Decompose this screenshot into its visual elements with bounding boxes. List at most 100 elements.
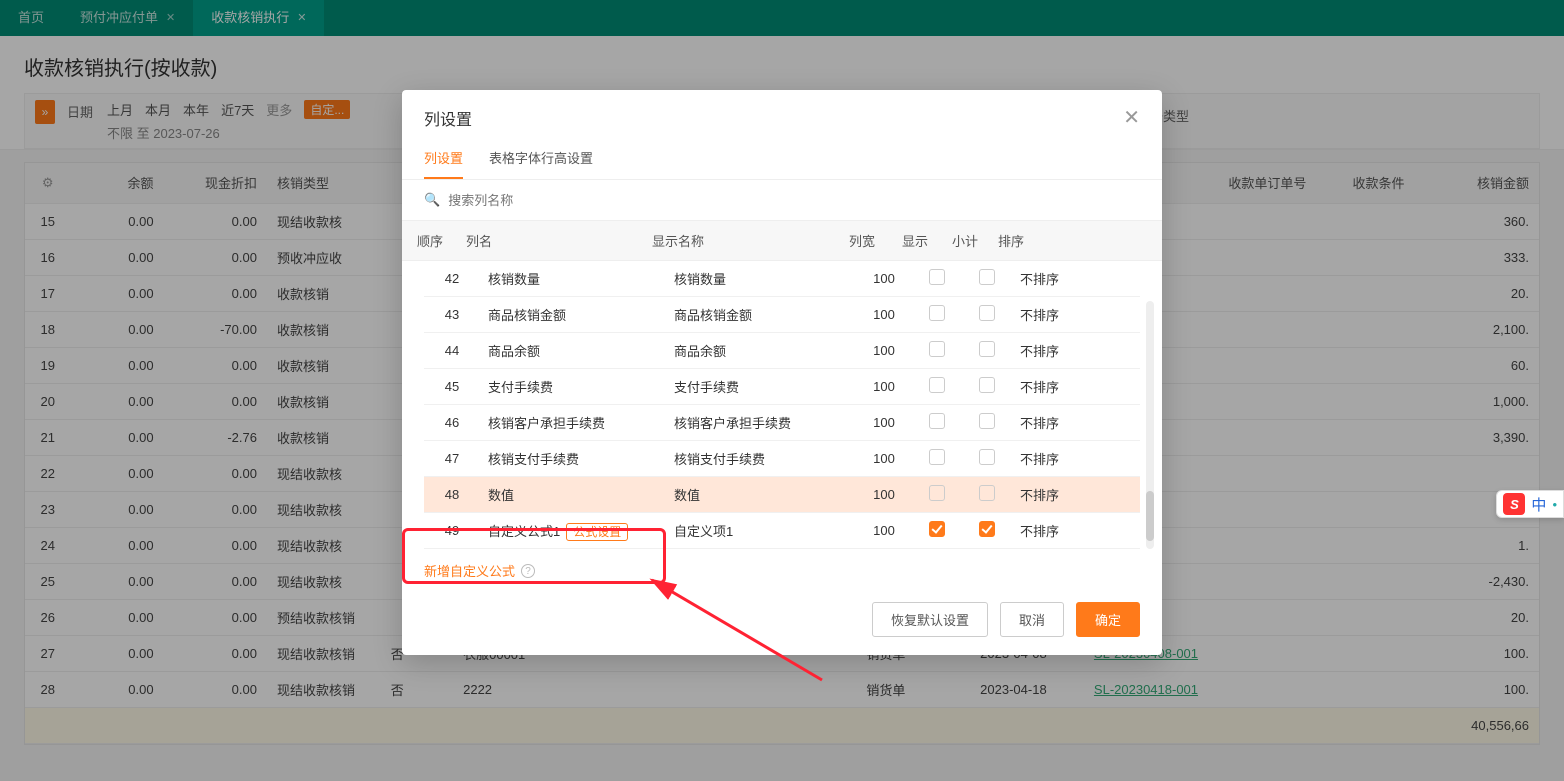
- cfg-sort[interactable]: 不排序: [1012, 403, 1082, 442]
- cfg-idx: 42: [424, 261, 480, 296]
- cfg-show: [912, 367, 962, 406]
- ime-indicator[interactable]: S 中 •: [1496, 490, 1564, 518]
- cfg-disp[interactable]: 核销客户承担手续费: [666, 403, 856, 442]
- cfg-row[interactable]: 42 核销数量 核销数量 100 不排序: [424, 261, 1140, 297]
- cfg-th-idx: 顺序: [402, 221, 458, 260]
- cfg-sort[interactable]: 不排序: [1012, 367, 1082, 406]
- show-checkbox[interactable]: [929, 485, 945, 501]
- show-checkbox[interactable]: [929, 305, 945, 321]
- show-checkbox[interactable]: [929, 377, 945, 393]
- subtotal-checkbox[interactable]: [979, 377, 995, 393]
- scrollbar-thumb[interactable]: [1146, 491, 1154, 541]
- cfg-show: [912, 261, 962, 298]
- cfg-width[interactable]: 100: [856, 261, 912, 296]
- cfg-th-w: 列宽: [834, 221, 890, 260]
- modal-title: 列设置: [424, 106, 472, 130]
- subtotal-checkbox[interactable]: [979, 269, 995, 285]
- cfg-th-disp: 显示名称: [644, 221, 834, 260]
- cfg-name: 自定义公式1公式设置: [480, 511, 666, 549]
- cfg-show: [912, 475, 962, 514]
- cfg-row[interactable]: 44 商品余额 商品余额 100 不排序: [424, 333, 1140, 369]
- cfg-idx: 47: [424, 441, 480, 476]
- cfg-row[interactable]: 46 核销客户承担手续费 核销客户承担手续费 100 不排序: [424, 405, 1140, 441]
- cfg-name: 核销数量: [480, 261, 666, 298]
- cfg-width[interactable]: 100: [856, 333, 912, 368]
- cfg-sub: [962, 475, 1012, 514]
- cfg-name: 数值: [480, 475, 666, 514]
- modal-close-button[interactable]: ✕: [1123, 108, 1140, 128]
- cfg-idx: 44: [424, 333, 480, 368]
- subtotal-checkbox[interactable]: [979, 449, 995, 465]
- cfg-row[interactable]: 48 数值 数值 100 不排序: [424, 477, 1140, 513]
- search-input[interactable]: [448, 193, 1140, 208]
- subtotal-checkbox[interactable]: [979, 413, 995, 429]
- cfg-width[interactable]: 100: [856, 369, 912, 404]
- cfg-row[interactable]: 49 自定义公式1公式设置 自定义项1 100 不排序: [424, 513, 1140, 549]
- cfg-sort[interactable]: 不排序: [1012, 511, 1082, 549]
- show-checkbox[interactable]: [929, 269, 945, 285]
- cfg-disp[interactable]: 商品余额: [666, 331, 856, 370]
- cfg-idx: 49: [424, 513, 480, 548]
- cfg-row[interactable]: 43 商品核销金额 商品核销金额 100 不排序: [424, 297, 1140, 333]
- cfg-row[interactable]: 47 核销支付手续费 核销支付手续费 100 不排序: [424, 441, 1140, 477]
- cfg-sort[interactable]: 不排序: [1012, 295, 1082, 334]
- cfg-th-sort: 排序: [990, 221, 1060, 260]
- cfg-disp[interactable]: 支付手续费: [666, 367, 856, 406]
- cfg-name: 核销客户承担手续费: [480, 403, 666, 442]
- modal-tab-columns[interactable]: 列设置: [424, 138, 463, 179]
- cfg-sub: [962, 295, 1012, 334]
- cfg-width[interactable]: 100: [856, 297, 912, 332]
- cfg-sub: [962, 403, 1012, 442]
- cfg-sub: [962, 367, 1012, 406]
- subtotal-checkbox[interactable]: [979, 521, 995, 537]
- help-icon[interactable]: ?: [521, 564, 535, 578]
- ime-lang: 中: [1531, 494, 1546, 515]
- cfg-row[interactable]: 45 支付手续费 支付手续费 100 不排序: [424, 369, 1140, 405]
- cfg-width[interactable]: 100: [856, 405, 912, 440]
- cfg-width[interactable]: 100: [856, 477, 912, 512]
- cfg-name: 核销支付手续费: [480, 439, 666, 478]
- show-checkbox[interactable]: [929, 449, 945, 465]
- cfg-idx: 45: [424, 369, 480, 404]
- cfg-disp[interactable]: 商品核销金额: [666, 295, 856, 334]
- subtotal-checkbox[interactable]: [979, 485, 995, 501]
- cfg-idx: 46: [424, 405, 480, 440]
- cfg-name: 商品余额: [480, 331, 666, 370]
- subtotal-checkbox[interactable]: [979, 341, 995, 357]
- cfg-sub: [962, 331, 1012, 370]
- cfg-sub: [962, 261, 1012, 298]
- cfg-th-sub: 小计: [940, 221, 990, 260]
- cfg-sort[interactable]: 不排序: [1012, 475, 1082, 514]
- show-checkbox[interactable]: [929, 341, 945, 357]
- subtotal-checkbox[interactable]: [979, 305, 995, 321]
- show-checkbox[interactable]: [929, 413, 945, 429]
- cfg-show: [912, 295, 962, 334]
- cfg-disp[interactable]: 数值: [666, 475, 856, 514]
- cfg-show: [912, 331, 962, 370]
- ime-dot: •: [1552, 497, 1557, 512]
- add-custom-formula-link[interactable]: 新增自定义公式: [424, 561, 515, 580]
- modal-tab-font[interactable]: 表格字体行高设置: [489, 138, 593, 179]
- formula-settings-button[interactable]: 公式设置: [566, 523, 628, 541]
- cfg-width[interactable]: 100: [856, 441, 912, 476]
- restore-default-button[interactable]: 恢复默认设置: [872, 602, 988, 637]
- cfg-disp[interactable]: 核销支付手续费: [666, 439, 856, 478]
- cfg-sort[interactable]: 不排序: [1012, 261, 1082, 298]
- cfg-sub: [962, 439, 1012, 478]
- cfg-width[interactable]: 100: [856, 513, 912, 548]
- cancel-button[interactable]: 取消: [1000, 602, 1064, 637]
- show-checkbox[interactable]: [929, 521, 945, 537]
- cfg-idx: 43: [424, 297, 480, 332]
- cfg-show: [912, 439, 962, 478]
- ok-button[interactable]: 确定: [1076, 602, 1140, 637]
- cfg-show: [912, 403, 962, 442]
- cfg-disp[interactable]: 核销数量: [666, 261, 856, 298]
- cfg-name: 商品核销金额: [480, 295, 666, 334]
- column-settings-modal: 列设置 ✕ 列设置 表格字体行高设置 🔍 顺序 列名 显示名称 列宽 显示 小计…: [402, 90, 1162, 655]
- cfg-sort[interactable]: 不排序: [1012, 439, 1082, 478]
- cfg-sort[interactable]: 不排序: [1012, 331, 1082, 370]
- cfg-show: [912, 511, 962, 549]
- cfg-th-show: 显示: [890, 221, 940, 260]
- cfg-idx: 48: [424, 477, 480, 512]
- cfg-disp[interactable]: 自定义项1: [666, 511, 856, 549]
